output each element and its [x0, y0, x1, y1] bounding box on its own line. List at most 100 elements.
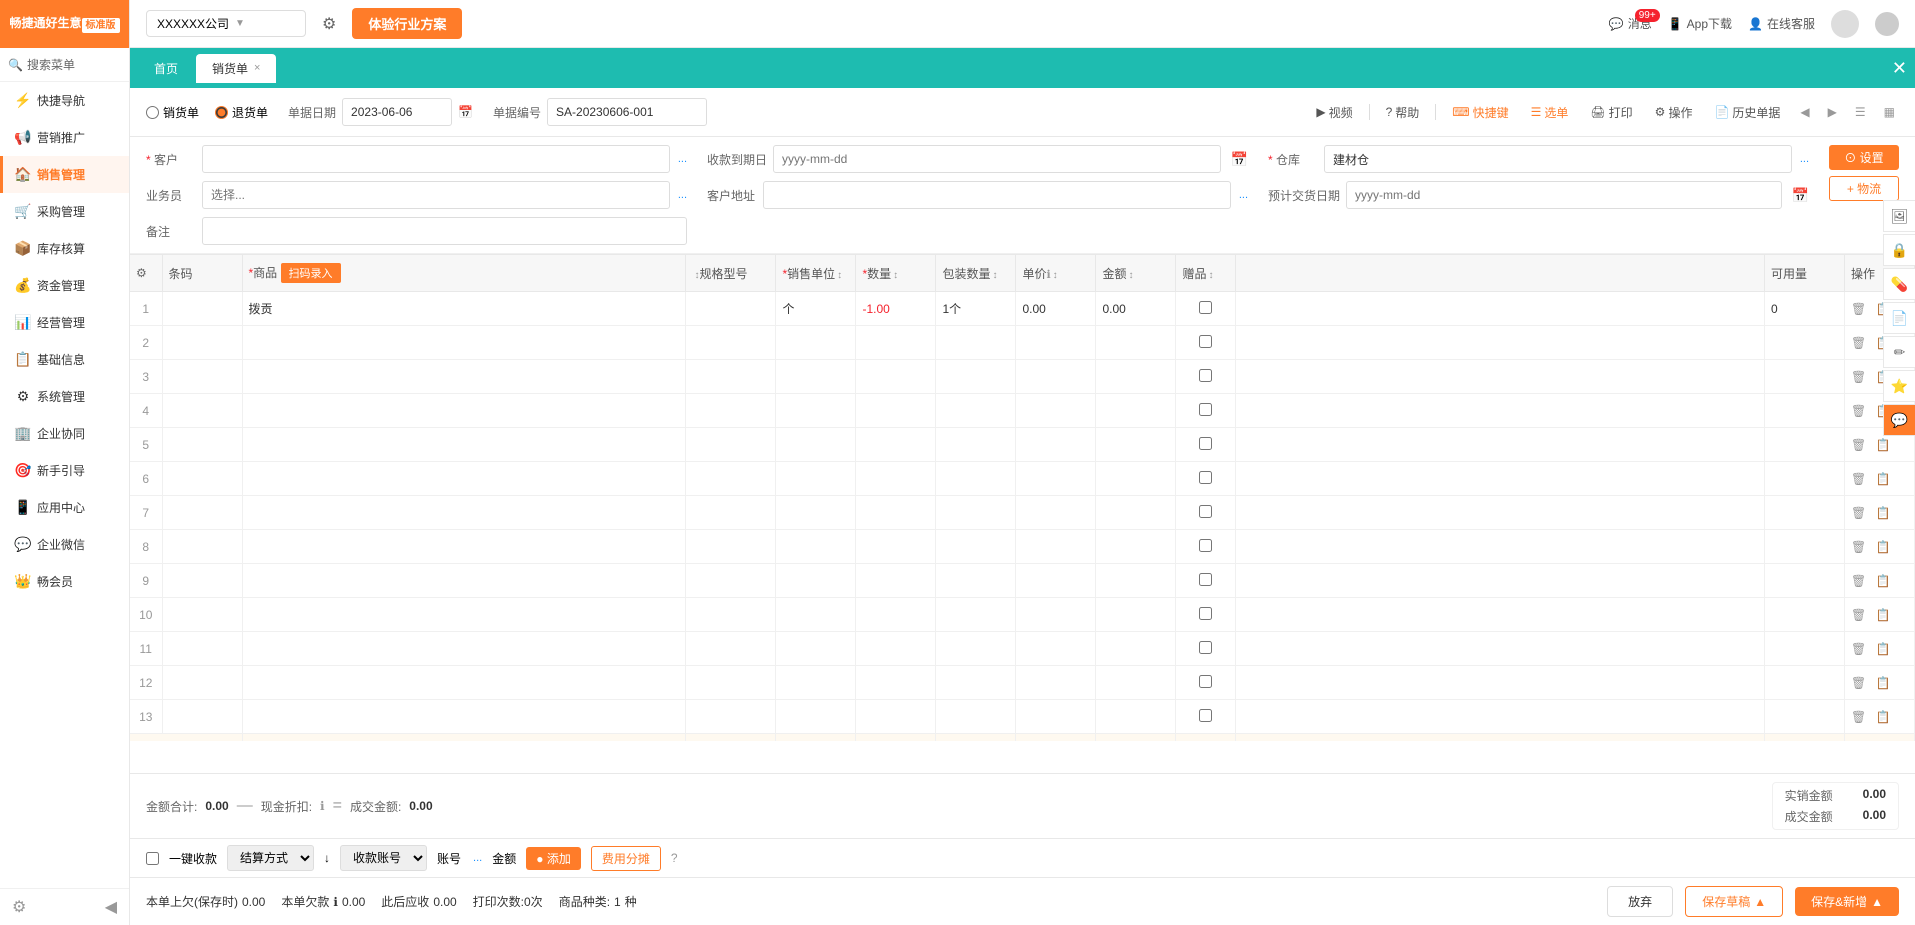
- row-unit-price[interactable]: [1016, 496, 1096, 530]
- row-barcode[interactable]: [162, 462, 242, 496]
- row-amount[interactable]: [1096, 530, 1176, 564]
- row-delete-icon[interactable]: 🗑: [1851, 404, 1866, 418]
- discard-button[interactable]: 放弃: [1607, 886, 1673, 917]
- table-wrapper[interactable]: ⚙ 条码 *商品 扫码录入 ↕规格型号 *销售单位↕: [130, 255, 1915, 741]
- row-pack-qty[interactable]: [936, 462, 1016, 496]
- row-copy-icon[interactable]: 📋: [1876, 574, 1891, 588]
- row-spec[interactable]: [686, 632, 776, 666]
- sidebar-item-guide[interactable]: 🎯 新手引导: [0, 452, 129, 489]
- view-grid-icon[interactable]: ▦: [1880, 105, 1899, 119]
- payment-add-button[interactable]: ● 添加: [526, 847, 581, 870]
- right-tool-image[interactable]: 🖼: [1883, 200, 1915, 232]
- row-spec[interactable]: [686, 292, 776, 326]
- row-delete-icon[interactable]: 🗑: [1851, 302, 1866, 316]
- date-input[interactable]: [342, 98, 452, 126]
- row-spec[interactable]: [686, 598, 776, 632]
- row-amount[interactable]: [1096, 564, 1176, 598]
- row-product[interactable]: [242, 428, 686, 462]
- row-pack-qty[interactable]: [936, 598, 1016, 632]
- row-gift[interactable]: [1176, 632, 1236, 666]
- right-tool-doc[interactable]: 📄: [1883, 302, 1915, 334]
- unit-price-info-icon[interactable]: ℹ: [1046, 269, 1050, 281]
- row-quantity[interactable]: [856, 326, 936, 360]
- row-delete-icon[interactable]: 🗑: [1851, 438, 1866, 452]
- row-unit[interactable]: [776, 632, 856, 666]
- action-help[interactable]: ? 帮助: [1380, 101, 1426, 124]
- expected-date-input[interactable]: [1346, 181, 1782, 209]
- row-gift[interactable]: [1176, 700, 1236, 734]
- avatar-secondary[interactable]: [1875, 12, 1899, 36]
- row-unit[interactable]: [776, 666, 856, 700]
- sidebar-item-inventory[interactable]: 📦 库存核算: [0, 230, 129, 267]
- row-barcode[interactable]: [162, 700, 242, 734]
- tab-bar-close-icon[interactable]: ✕: [1892, 58, 1907, 79]
- topbar-settings-icon[interactable]: ⚙: [318, 10, 340, 38]
- table-settings-icon[interactable]: ⚙: [136, 266, 147, 280]
- fee-split-button[interactable]: 费用分摊: [591, 846, 661, 871]
- row-pack-qty[interactable]: [936, 530, 1016, 564]
- row-delete-icon[interactable]: 🗑: [1851, 336, 1866, 350]
- radio-return-order[interactable]: 退货单: [215, 104, 268, 121]
- tab-close-icon[interactable]: ×: [254, 62, 260, 74]
- row-pack-qty[interactable]: [936, 666, 1016, 700]
- trial-button[interactable]: 体验行业方案: [352, 8, 462, 39]
- sidebar-item-base[interactable]: 📋 基础信息: [0, 341, 129, 378]
- row-unit[interactable]: [776, 598, 856, 632]
- row-quantity[interactable]: [856, 462, 936, 496]
- row-pack-qty[interactable]: [936, 700, 1016, 734]
- sidebar-item-quick-nav[interactable]: ⚡ 快捷导航: [0, 82, 129, 119]
- warehouse-input[interactable]: [1324, 145, 1792, 173]
- row-unit-price[interactable]: [1016, 326, 1096, 360]
- row-gift[interactable]: [1176, 428, 1236, 462]
- right-tool-lock[interactable]: 🔒: [1883, 234, 1915, 266]
- row-copy-icon[interactable]: 📋: [1876, 472, 1891, 486]
- right-tool-pill[interactable]: 💊: [1883, 268, 1915, 300]
- row-amount[interactable]: [1096, 360, 1176, 394]
- row-unit-price[interactable]: [1016, 632, 1096, 666]
- row-gift[interactable]: [1176, 326, 1236, 360]
- action-video[interactable]: ▶ 视频: [1310, 101, 1358, 124]
- row-product[interactable]: [242, 598, 686, 632]
- row-pack-qty[interactable]: [936, 394, 1016, 428]
- online-service-button[interactable]: 👤 在线客服: [1748, 15, 1815, 32]
- message-button[interactable]: 💬 消息 99+: [1609, 15, 1652, 32]
- row-gift[interactable]: [1176, 394, 1236, 428]
- row-gift[interactable]: [1176, 564, 1236, 598]
- row-spec[interactable]: [686, 462, 776, 496]
- row-pack-qty[interactable]: [936, 428, 1016, 462]
- row-copy-icon[interactable]: 📋: [1876, 438, 1891, 452]
- row-unit-price[interactable]: [1016, 666, 1096, 700]
- row-gift[interactable]: [1176, 462, 1236, 496]
- row-spec[interactable]: [686, 428, 776, 462]
- row-spec[interactable]: [686, 530, 776, 564]
- row-unit[interactable]: [776, 360, 856, 394]
- row-copy-icon[interactable]: 📋: [1876, 710, 1891, 724]
- due-date-calendar-icon[interactable]: 📅: [1231, 151, 1248, 168]
- row-unit[interactable]: [776, 700, 856, 734]
- row-delete-icon[interactable]: 🗑: [1851, 710, 1866, 724]
- row-gift[interactable]: [1176, 292, 1236, 326]
- row-barcode[interactable]: [162, 326, 242, 360]
- row-pack-qty[interactable]: [936, 564, 1016, 598]
- row-unit-price[interactable]: 0.00: [1016, 292, 1096, 326]
- row-gift[interactable]: [1176, 598, 1236, 632]
- row-product[interactable]: [242, 700, 686, 734]
- row-unit-price[interactable]: [1016, 530, 1096, 564]
- row-gift[interactable]: [1176, 360, 1236, 394]
- row-barcode[interactable]: [162, 496, 242, 530]
- row-spec[interactable]: [686, 360, 776, 394]
- row-unit-price[interactable]: [1016, 700, 1096, 734]
- row-unit-price[interactable]: [1016, 462, 1096, 496]
- sidebar-item-finance[interactable]: 💰 资金管理: [0, 267, 129, 304]
- row-spec[interactable]: [686, 666, 776, 700]
- row-product[interactable]: 拨贡: [242, 292, 686, 326]
- row-spec[interactable]: [686, 700, 776, 734]
- row-barcode[interactable]: [162, 598, 242, 632]
- row-amount[interactable]: [1096, 598, 1176, 632]
- row-spec[interactable]: [686, 394, 776, 428]
- row-spec[interactable]: [686, 496, 776, 530]
- row-gift[interactable]: [1176, 530, 1236, 564]
- salesperson-input[interactable]: [202, 181, 670, 209]
- row-unit-price[interactable]: [1016, 360, 1096, 394]
- row-product[interactable]: [242, 394, 686, 428]
